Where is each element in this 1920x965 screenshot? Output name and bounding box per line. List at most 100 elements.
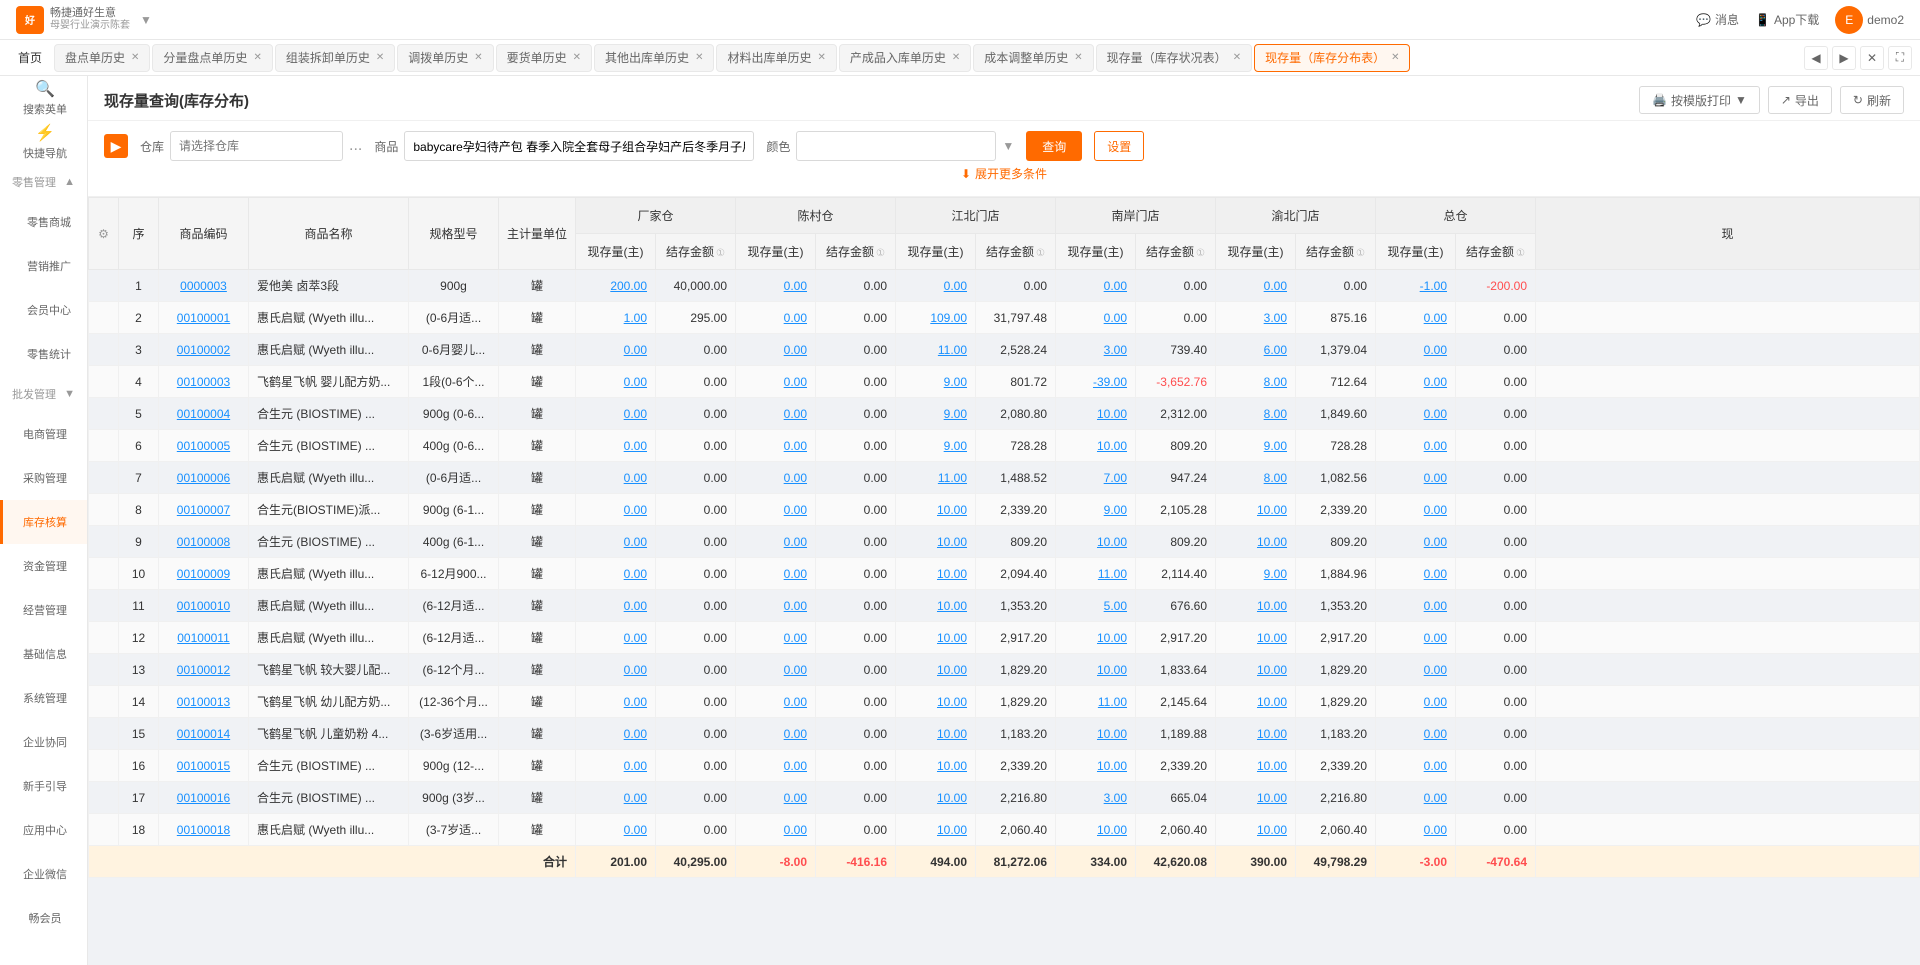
logo-text: 畅捷通好生意 母婴行业演示陈套: [50, 7, 130, 32]
wh1-amt-info[interactable]: ①: [716, 248, 725, 259]
footer-label: 合计: [89, 846, 576, 878]
tab-5-close[interactable]: ✕: [573, 52, 581, 63]
footer-w4-amt: 42,620.08: [1136, 846, 1216, 878]
color-dropdown-icon[interactable]: ▼: [1002, 139, 1014, 153]
warehouse-input[interactable]: [170, 131, 343, 161]
data-table: ⚙ 序 商品编码 商品名称 规格型号 主计量单位 厂家仓 陈村仓 江北门店 南岸…: [88, 197, 1920, 878]
export-btn[interactable]: ↗ 导出: [1768, 86, 1832, 114]
print-btn[interactable]: 🖨️ 按模版打印 ▼: [1639, 86, 1760, 114]
tab-9-close[interactable]: ✕: [1074, 52, 1082, 63]
wh5-amt-info[interactable]: ①: [1356, 248, 1365, 259]
tab-10-close[interactable]: ✕: [1233, 52, 1241, 63]
user-area[interactable]: E demo2: [1835, 6, 1904, 34]
goods-input[interactable]: [404, 131, 754, 161]
tab-7[interactable]: 材料出库单历史 ✕: [716, 44, 836, 72]
sidebar-wholesale-header[interactable]: 批发管理 ▼: [0, 376, 87, 412]
tab-close-all-btn[interactable]: ✕: [1860, 46, 1884, 70]
sidebar-item-retailshop[interactable]: 零售商城: [0, 200, 87, 244]
tab-11[interactable]: 现存量（库存分布表） ✕: [1254, 44, 1410, 72]
sidebar-item-search[interactable]: 🔍 搜索英单: [0, 76, 87, 120]
col-wh2-header: 陈村仓: [736, 198, 896, 234]
tab-10[interactable]: 现存量（库存状况表） ✕: [1096, 44, 1252, 72]
col-wh5-header: 渝北门店: [1216, 198, 1376, 234]
footer-w3-qty: 494.00: [896, 846, 976, 878]
layout: 🔍 搜索英单 ⚡ 快捷导航 零售管理 ▲ 零售商城 营销推广 会员中心 零售统计…: [0, 76, 1920, 965]
search-btn[interactable]: 查询: [1026, 131, 1082, 161]
footer-w3-amt: 81,272.06: [976, 846, 1056, 878]
message-btn[interactable]: 💬 消息: [1696, 11, 1739, 28]
dropdown-icon[interactable]: ▼: [140, 13, 152, 27]
table-row: 500100004合生元 (BIOSTIME) ...900g (0-6...罐…: [89, 398, 1920, 430]
wh4-amt-info[interactable]: ①: [1196, 248, 1205, 259]
sidebar-item-purchase[interactable]: 采购管理: [0, 456, 87, 500]
settings-icon[interactable]: ⚙: [98, 227, 109, 241]
sidebar-item-basicinfo[interactable]: 基础信息: [0, 632, 87, 676]
sidebar-item-appcenter[interactable]: 应用中心: [0, 808, 87, 852]
tab-3[interactable]: 组装拆卸单历史 ✕: [275, 44, 395, 72]
sidebar-item-finance[interactable]: 资金管理: [0, 544, 87, 588]
search-icon: 🔍: [35, 79, 55, 99]
tab-home[interactable]: 首页: [8, 44, 52, 72]
tab-3-close[interactable]: ✕: [376, 52, 384, 63]
filter-row: ▶ 仓库 ... 商品 颜色 ▼ 查询 设置: [104, 131, 1904, 161]
tab-2[interactable]: 分量盘点单历史 ✕: [152, 44, 272, 72]
sidebar: 🔍 搜索英单 ⚡ 快捷导航 零售管理 ▲ 零售商城 营销推广 会员中心 零售统计…: [0, 76, 88, 965]
wh3-qty-header: 现存量(主): [896, 234, 976, 270]
sidebar-item-quicknav[interactable]: ⚡ 快捷导航: [0, 120, 87, 164]
refresh-btn[interactable]: ↻ 刷新: [1840, 86, 1904, 114]
sidebar-item-enterprise[interactable]: 企业协同: [0, 720, 87, 764]
wh4-amt-header: 结存金额①: [1136, 234, 1216, 270]
sidebar-item-ecommerce[interactable]: 电商管理: [0, 412, 87, 456]
wh2-qty-header: 现存量(主): [736, 234, 816, 270]
footer-w2-qty: -8.00: [736, 846, 816, 878]
footer-w1-qty: 201.00: [576, 846, 656, 878]
table-row: 300100002惠氏启赋 (Wyeth illu...0-6月婴儿...罐0.…: [89, 334, 1920, 366]
tab-6-close[interactable]: ✕: [695, 52, 703, 63]
wh3-amt-info[interactable]: ①: [1036, 248, 1045, 259]
color-input[interactable]: [796, 131, 996, 161]
wh2-amt-info[interactable]: ①: [876, 248, 885, 259]
tab-next-btn[interactable]: ▶: [1832, 46, 1856, 70]
app-download-btn[interactable]: 📱 App下载: [1755, 11, 1819, 28]
tab-9[interactable]: 成本调整单历史 ✕: [973, 44, 1093, 72]
sidebar-item-retailstats[interactable]: 零售统计: [0, 332, 87, 376]
sidebar-item-bizmanage[interactable]: 经营管理: [0, 588, 87, 632]
col-total-header: 总仓: [1376, 198, 1536, 234]
tab-4-close[interactable]: ✕: [474, 52, 482, 63]
tab-6[interactable]: 其他出库单历史 ✕: [594, 44, 714, 72]
table-row: 900100008合生元 (BIOSTIME) ...400g (6-1...罐…: [89, 526, 1920, 558]
tab-prev-btn[interactable]: ◀: [1804, 46, 1828, 70]
tab-1-close[interactable]: ✕: [131, 52, 139, 63]
sidebar-item-inventory[interactable]: 库存核算: [0, 500, 87, 544]
tab-8-close[interactable]: ✕: [952, 52, 960, 63]
expand-conditions-btn[interactable]: ⬇ 展开更多条件: [104, 161, 1904, 186]
tab-11-close[interactable]: ✕: [1391, 52, 1399, 63]
warehouse-dots[interactable]: ...: [349, 137, 362, 155]
sidebar-item-member[interactable]: 畅会员: [0, 896, 87, 940]
sidebar-retail-header[interactable]: 零售管理 ▲: [0, 164, 87, 200]
tab-nav: ◀ ▶ ✕ ⛶: [1804, 46, 1912, 70]
table-scroll[interactable]: ⚙ 序 商品编码 商品名称 规格型号 主计量单位 厂家仓 陈村仓 江北门店 南岸…: [88, 197, 1920, 965]
print-dropdown-icon: ▼: [1735, 93, 1747, 107]
tab-expand-btn[interactable]: ⛶: [1888, 46, 1912, 70]
logo-icon: 好: [16, 6, 44, 34]
sidebar-item-marketing[interactable]: 营销推广: [0, 244, 87, 288]
filter-toggle-btn[interactable]: ▶: [104, 134, 128, 158]
sidebar-item-guide[interactable]: 新手引导: [0, 764, 87, 808]
tab-1[interactable]: 盘点单历史 ✕: [54, 44, 150, 72]
sidebar-item-sysmanage[interactable]: 系统管理: [0, 676, 87, 720]
sidebar-item-wechat[interactable]: 企业微信: [0, 852, 87, 896]
sidebar-item-members[interactable]: 会员中心: [0, 288, 87, 332]
expand-icon: ⬇: [961, 167, 971, 181]
tab-2-close[interactable]: ✕: [253, 52, 261, 63]
table-row: 1500100014飞鹤星飞帆 儿童奶粉 4...(3-6岁适用...罐0.00…: [89, 718, 1920, 750]
tab-4[interactable]: 调拨单历史 ✕: [397, 44, 493, 72]
table-row: 1300100012飞鹤星飞帆 较大婴儿配...(6-12个月...罐0.000…: [89, 654, 1920, 686]
tab-5[interactable]: 要货单历史 ✕: [496, 44, 592, 72]
setting-btn[interactable]: 设置: [1094, 131, 1144, 161]
table-row: 200100001惠氏启赋 (Wyeth illu...(0-6月适...罐1.…: [89, 302, 1920, 334]
tab-8[interactable]: 产成品入库单历史 ✕: [839, 44, 971, 72]
tab-7-close[interactable]: ✕: [817, 52, 825, 63]
wh5-amt-header: 结存金额①: [1296, 234, 1376, 270]
total-amt-info[interactable]: ①: [1516, 248, 1525, 259]
